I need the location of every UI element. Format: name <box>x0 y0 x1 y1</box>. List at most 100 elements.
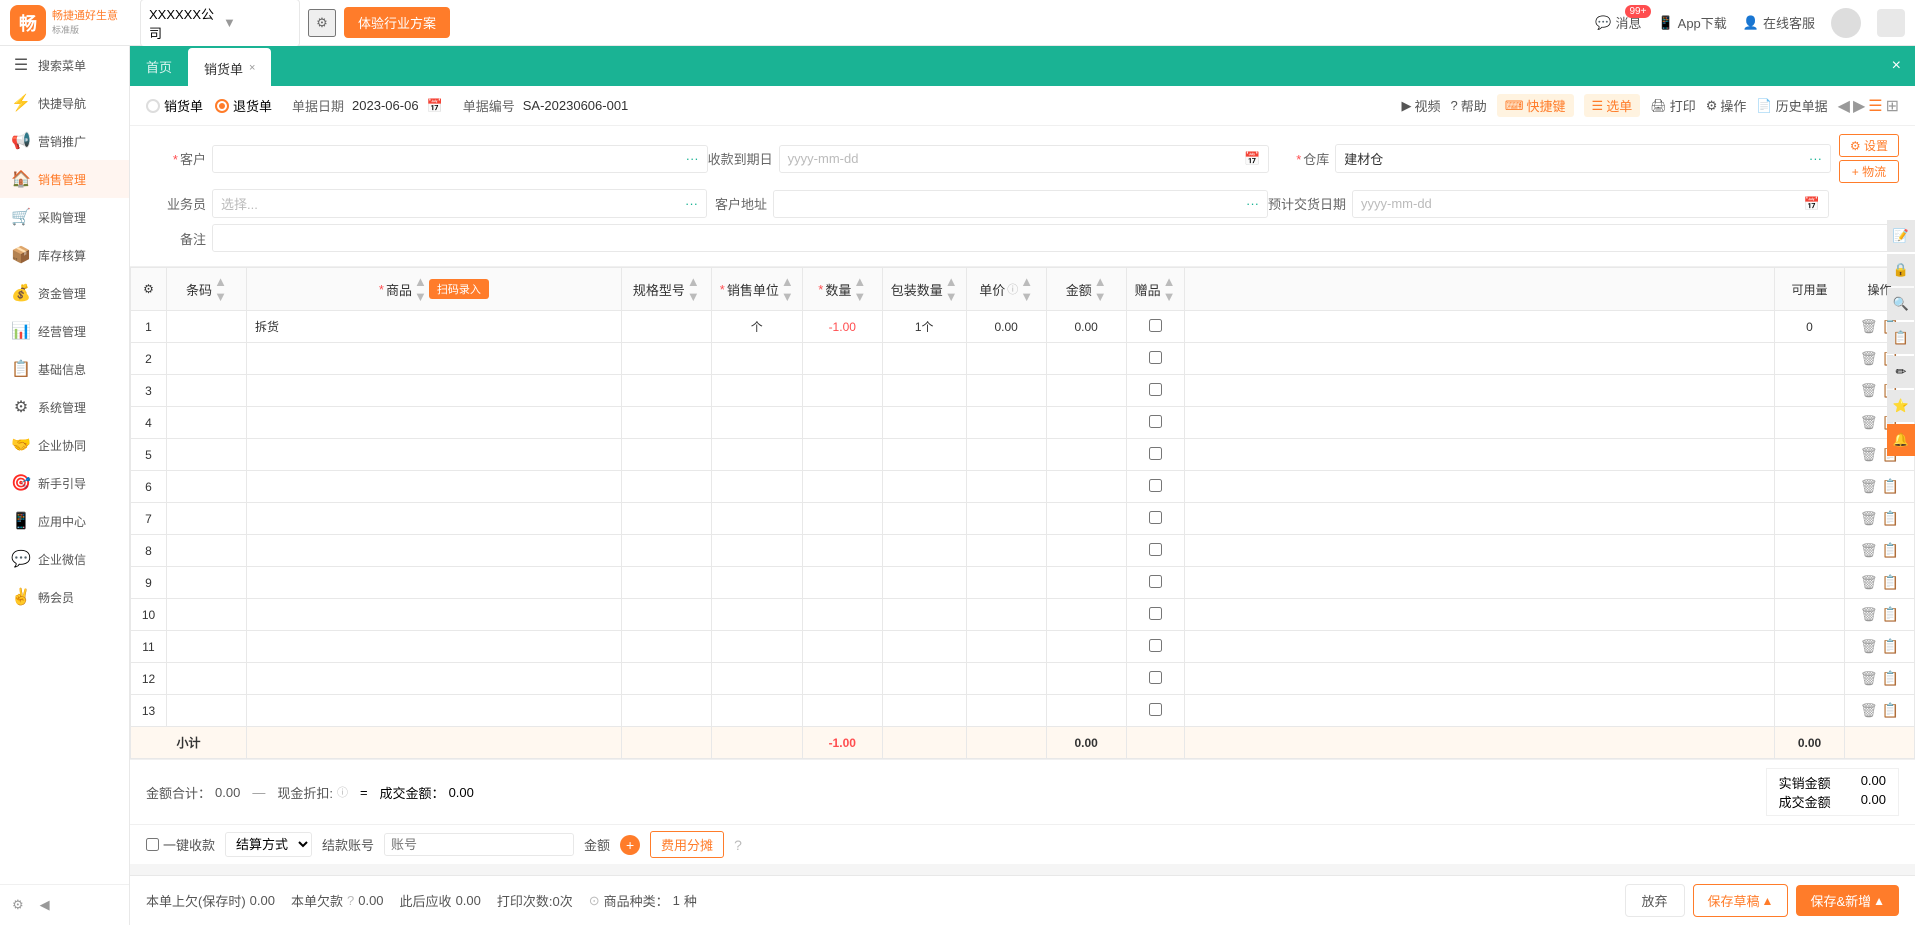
sidebar-item-app-center[interactable]: 📱 应用中心 <box>0 502 129 540</box>
cell-spec[interactable] <box>621 375 711 407</box>
cell-barcode[interactable] <box>167 503 247 535</box>
add-payment-button[interactable]: + <box>620 835 640 855</box>
cell-qty[interactable] <box>802 631 882 663</box>
cell-gift[interactable] <box>1126 343 1184 375</box>
cell-spec[interactable] <box>621 567 711 599</box>
cell-product[interactable] <box>247 439 622 471</box>
cell-unit[interactable] <box>711 375 802 407</box>
view-toggle[interactable]: ◀ ▶ ☰ ⊞ <box>1838 96 1899 116</box>
cell-product[interactable] <box>247 471 622 503</box>
cell-spec[interactable] <box>621 663 711 695</box>
sidebar-item-sales[interactable]: 🏠 销售管理 <box>0 160 129 198</box>
payment-method-select[interactable]: 结算方式 <box>225 832 312 857</box>
cell-qty[interactable] <box>802 663 882 695</box>
cell-barcode[interactable] <box>167 567 247 599</box>
cell-amount[interactable] <box>1046 695 1126 727</box>
shortcut-button[interactable]: ⌨ 快捷键 <box>1497 94 1574 117</box>
cell-gift[interactable] <box>1126 407 1184 439</box>
cell-amount[interactable] <box>1046 567 1126 599</box>
side-btn-4[interactable]: 📋 <box>1887 322 1915 354</box>
sidebar-item-inventory[interactable]: 📦 库存核算 <box>0 236 129 274</box>
message-action[interactable]: 💬 消息 99+ <box>1595 13 1641 32</box>
delete-icon[interactable]: 🗑 <box>1860 510 1878 527</box>
customer-address-input[interactable]: ··· <box>773 190 1268 218</box>
cell-gift[interactable] <box>1126 503 1184 535</box>
cell-product[interactable] <box>247 503 622 535</box>
sidebar-item-purchase[interactable]: 🛒 采购管理 <box>0 198 129 236</box>
cell-unit[interactable] <box>711 439 802 471</box>
cell-pack-qty[interactable] <box>882 535 966 567</box>
cell-price[interactable] <box>966 567 1046 599</box>
cell-barcode[interactable] <box>167 535 247 567</box>
fee-help-icon[interactable]: ? <box>734 837 742 853</box>
cell-price[interactable] <box>966 471 1046 503</box>
account-input[interactable] <box>384 833 574 856</box>
delete-icon[interactable]: 🗑 <box>1860 350 1878 367</box>
cell-amount[interactable] <box>1046 375 1126 407</box>
cell-gift[interactable] <box>1126 599 1184 631</box>
delete-icon[interactable]: 🗑 <box>1860 318 1878 335</box>
cell-unit[interactable] <box>711 567 802 599</box>
copy-icon[interactable]: 📋 <box>1882 702 1899 719</box>
cell-unit[interactable] <box>711 695 802 727</box>
cell-spec[interactable] <box>621 695 711 727</box>
cell-price[interactable] <box>966 439 1046 471</box>
cell-barcode[interactable] <box>167 631 247 663</box>
grid-view-icon[interactable]: ⊞ <box>1886 96 1899 116</box>
cell-gift[interactable] <box>1126 567 1184 599</box>
cell-pack-qty[interactable] <box>882 343 966 375</box>
one-click-payment-label[interactable]: 一键收款 <box>146 835 215 854</box>
cell-pack-qty[interactable] <box>882 567 966 599</box>
cell-amount[interactable] <box>1046 407 1126 439</box>
cell-gift[interactable] <box>1126 311 1184 343</box>
copy-icon[interactable]: 📋 <box>1882 574 1899 591</box>
prev-icon[interactable]: ◀ <box>1838 96 1850 116</box>
tab-home[interactable]: 首页 <box>130 46 188 86</box>
cell-barcode[interactable] <box>167 663 247 695</box>
cell-barcode[interactable] <box>167 343 247 375</box>
cell-qty[interactable] <box>802 375 882 407</box>
cell-pack-qty[interactable] <box>882 439 966 471</box>
calendar-icon[interactable]: 📅 <box>427 98 443 114</box>
cell-amount[interactable] <box>1046 631 1126 663</box>
cell-amount[interactable] <box>1046 663 1126 695</box>
cell-gift[interactable] <box>1126 695 1184 727</box>
cell-unit[interactable] <box>711 663 802 695</box>
close-all-tabs-button[interactable]: × <box>1878 57 1915 75</box>
cell-gift[interactable] <box>1126 535 1184 567</box>
sidebar-item-wechat[interactable]: 💬 企业微信 <box>0 540 129 578</box>
app-download-action[interactable]: 📱 App下载 <box>1657 13 1726 32</box>
cell-product[interactable] <box>247 407 622 439</box>
cell-unit[interactable] <box>711 343 802 375</box>
total-debt-help-icon[interactable]: ? <box>347 893 354 908</box>
cell-product[interactable] <box>247 343 622 375</box>
cell-amount[interactable] <box>1046 535 1126 567</box>
company-selector[interactable]: XXXXXX公司 ▼ <box>140 0 300 47</box>
copy-icon[interactable]: 📋 <box>1882 478 1899 495</box>
video-button[interactable]: ▶ 视频 <box>1402 96 1441 115</box>
scan-button[interactable]: 扫码录入 <box>429 279 489 299</box>
cell-gift[interactable] <box>1126 471 1184 503</box>
settings-icon[interactable]: ⚙ <box>308 9 336 37</box>
next-icon[interactable]: ▶ <box>1853 96 1865 116</box>
warehouse-input[interactable]: 建材仓 ··· <box>1335 144 1831 173</box>
cell-unit[interactable] <box>711 407 802 439</box>
gift-checkbox[interactable] <box>1149 383 1162 396</box>
cell-spec[interactable] <box>621 343 711 375</box>
sidebar-item-guide[interactable]: 🎯 新手引导 <box>0 464 129 502</box>
sidebar-item-operations[interactable]: 📊 经营管理 <box>0 312 129 350</box>
copy-icon[interactable]: 📋 <box>1882 638 1899 655</box>
sidebar-collapse-button[interactable]: ◀ <box>36 893 54 917</box>
cell-unit[interactable] <box>711 631 802 663</box>
save-new-button[interactable]: 保存&新增 ▲ <box>1796 885 1899 916</box>
cell-unit[interactable]: 个 <box>711 311 802 343</box>
gift-checkbox[interactable] <box>1149 671 1162 684</box>
save-draft-button[interactable]: 保存草稿 ▲ <box>1693 884 1789 917</box>
logistics-button[interactable]: + 物流 <box>1839 160 1899 183</box>
cell-price[interactable] <box>966 663 1046 695</box>
cell-spec[interactable] <box>621 407 711 439</box>
one-click-payment-checkbox[interactable] <box>146 838 159 851</box>
cell-price[interactable] <box>966 695 1046 727</box>
delete-icon[interactable]: 🗑 <box>1860 446 1878 463</box>
cell-amount[interactable] <box>1046 343 1126 375</box>
